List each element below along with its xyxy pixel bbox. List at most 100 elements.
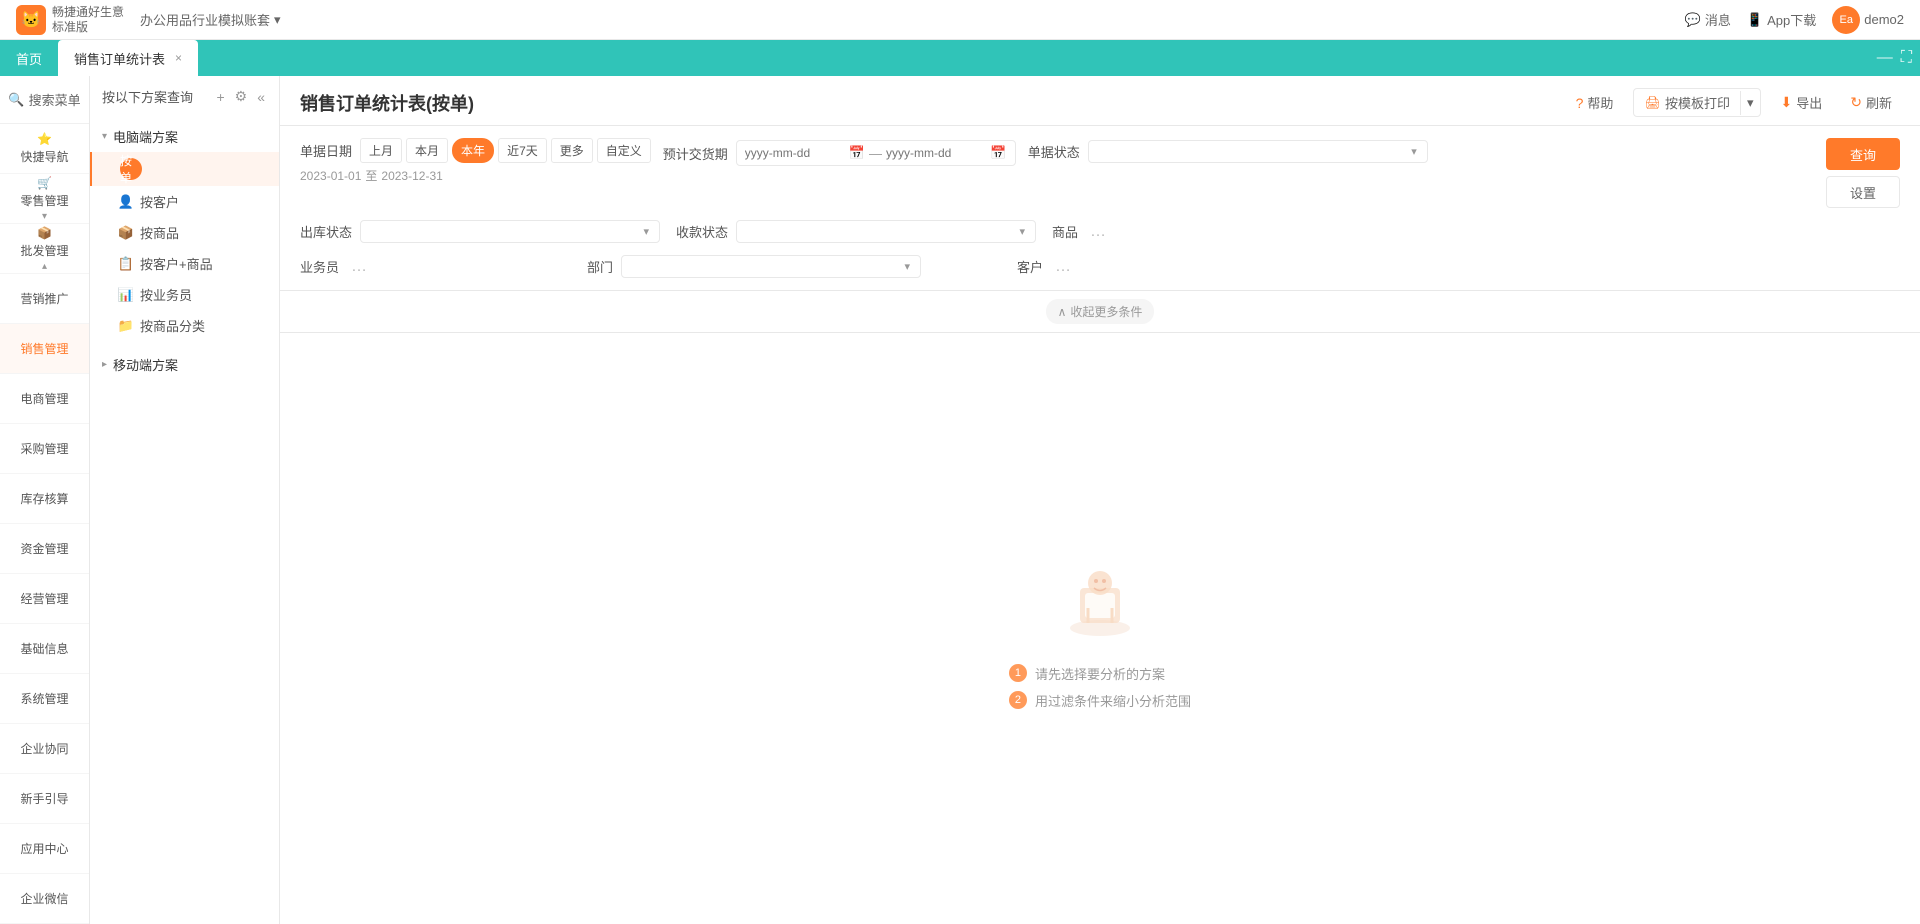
sidebar-item-system[interactable]: 系统管理 — [0, 674, 89, 724]
expected-delivery-label: 预计交货期 — [663, 144, 728, 163]
sidebar-item-marketing[interactable]: 营销推广 — [0, 274, 89, 324]
sidebar-item-retail[interactable]: 🛒 零售管理 ▾ — [0, 174, 89, 224]
tree-item-by-category[interactable]: 📁 按商品分类 — [90, 310, 279, 341]
sidebar-item-ecommerce[interactable]: 电商管理 — [0, 374, 89, 424]
date-btn-more[interactable]: 更多 — [551, 138, 593, 163]
product-select-btn[interactable]: … — [1086, 223, 1110, 241]
refresh-icon: ↻ — [1850, 94, 1862, 111]
tip2-text: 用过滤条件来缩小分析范围 — [1035, 691, 1191, 710]
export-btn[interactable]: ⬇ 导出 — [1773, 89, 1831, 116]
calendar-from-icon[interactable]: 📅 — [849, 145, 865, 161]
left-panel-header: 按以下方案查询 + ⚙ « — [90, 76, 279, 113]
expected-delivery-item: 预计交货期 📅 — 📅 — [663, 140, 1016, 166]
date-filter-item: 单据日期 上月 本月 本年 近7天 更多 自定义 2023-01-0 — [300, 138, 651, 184]
payment-status-select[interactable]: ▾ — [736, 220, 1036, 243]
customer-scheme-icon: 👤 — [118, 194, 134, 210]
refresh-btn[interactable]: ↻ 刷新 — [1842, 89, 1900, 116]
sidebar-item-finance[interactable]: 资金管理 — [0, 524, 89, 574]
top-bar-left: 🐱 畅捷通好生意 标准版 办公用品行业模拟账套 ▾ — [16, 5, 289, 35]
tree-arrow-mobile-icon: ▸ — [102, 359, 107, 370]
tab-close-btn[interactable]: × — [175, 51, 182, 65]
sidebar-item-quick-nav[interactable]: ⭐ 快捷导航 — [0, 124, 89, 174]
tree-item-by-order[interactable]: 按单 — [90, 152, 279, 186]
sales-rep-select-btn[interactable]: … — [347, 258, 371, 276]
filter-row-2: 出库状态 ▾ 收款状态 ▾ 商品 … — [300, 220, 1900, 243]
sidebar-item-wechat[interactable]: 企业微信 — [0, 874, 89, 924]
delivery-date-from-input[interactable] — [745, 146, 845, 160]
tree-group-header-pc[interactable]: ▾ 电脑端方案 — [90, 121, 279, 152]
main-layout: 🔍 搜索菜单 ⭐ 快捷导航 🛒 零售管理 ▾ 📦 批发管理 ▴ 营销推广 销售管… — [0, 76, 1920, 924]
tab-maximize-btn[interactable]: ⛶ — [1901, 49, 1912, 67]
sidebar-item-inventory[interactable]: 库存核算 — [0, 474, 89, 524]
empty-tip-1: 1 请先选择要分析的方案 — [1009, 664, 1191, 683]
setting-scheme-btn[interactable]: ⚙ — [233, 86, 250, 107]
calendar-to-icon[interactable]: 📅 — [990, 145, 1006, 161]
tree-area: ▾ 电脑端方案 按单 👤 按客户 📦 按商品 — [90, 113, 279, 924]
filter-row-3: 业务员 … 部门 ▾ 客户 … — [300, 255, 1900, 278]
sidebar-item-appcenter[interactable]: 应用中心 — [0, 824, 89, 874]
sidebar-item-enterprise[interactable]: 企业协同 — [0, 724, 89, 774]
tree-item-by-product[interactable]: 📦 按商品 — [90, 217, 279, 248]
tree-item-by-customer-product[interactable]: 📋 按客户+商品 — [90, 248, 279, 279]
empty-tip-2: 2 用过滤条件来缩小分析范围 — [1009, 691, 1191, 710]
help-btn[interactable]: ? 帮助 — [1568, 89, 1622, 116]
left-panel-actions: + ⚙ « — [214, 86, 267, 107]
delivery-status-label: 出库状态 — [300, 222, 352, 241]
settings-btn[interactable]: 设置 — [1826, 176, 1900, 208]
message-btn[interactable]: 💬 消息 — [1685, 10, 1731, 29]
collapse-btn[interactable]: ∧ 收起更多条件 — [1046, 299, 1155, 324]
tip2-num: 2 — [1009, 691, 1027, 709]
print-dropdown-arrow-btn[interactable]: ▾ — [1740, 91, 1760, 115]
search-menu-btn[interactable]: 🔍 搜索菜单 — [8, 84, 81, 115]
date-btn-7days[interactable]: 近7天 — [498, 138, 547, 163]
collapse-panel-btn[interactable]: « — [255, 87, 267, 107]
sidebar-item-purchase[interactable]: 采购管理 — [0, 424, 89, 474]
collapse-icon: ∧ — [1058, 305, 1067, 319]
filter-row-1: 单据日期 上月 本月 本年 近7天 更多 自定义 2023-01-0 — [300, 138, 1900, 208]
tab-bar-actions: — ⛶ — [1877, 49, 1920, 67]
tab-minimize-btn[interactable]: — — [1877, 49, 1893, 67]
retail-icon: 🛒 — [37, 176, 52, 190]
query-btn[interactable]: 查询 — [1826, 138, 1900, 170]
app-selector[interactable]: 办公用品行业模拟账套 ▾ — [132, 6, 289, 33]
date-btn-thismonth[interactable]: 本月 — [406, 138, 448, 163]
delivery-status-arrow: ▾ — [643, 225, 649, 238]
empty-illustration — [1050, 548, 1150, 648]
customer-label: 客户 — [1017, 257, 1043, 276]
tree-item-by-salesperson[interactable]: 📊 按业务员 — [90, 279, 279, 310]
customer-item: 客户 … — [1017, 257, 1075, 276]
export-icon: ⬇ — [1781, 94, 1793, 111]
payment-status-label: 收款状态 — [676, 222, 728, 241]
date-btn-thisyear[interactable]: 本年 — [452, 138, 494, 163]
tip1-num: 1 — [1009, 664, 1027, 682]
sales-rep-item: 业务员 … — [300, 257, 371, 276]
date-label: 单据日期 — [300, 141, 352, 160]
left-panel: 按以下方案查询 + ⚙ « ▾ 电脑端方案 — [90, 76, 280, 924]
action-buttons: 查询 设置 — [1826, 138, 1900, 208]
delivery-status-select[interactable]: ▾ — [360, 220, 660, 243]
user-area[interactable]: Ea demo2 — [1832, 6, 1904, 34]
tree-group-header-mobile[interactable]: ▸ 移动端方案 — [90, 349, 279, 380]
app-download-btn[interactable]: 📱 App下载 — [1747, 10, 1816, 29]
app-dropdown-arrow: ▾ — [274, 12, 281, 28]
customer-select-btn[interactable]: … — [1051, 258, 1075, 276]
date-btn-custom[interactable]: 自定义 — [597, 138, 651, 163]
tab-active[interactable]: 销售订单统计表 × — [58, 40, 198, 76]
sidebar-item-sales[interactable]: 销售管理 — [0, 324, 89, 374]
department-label: 部门 — [587, 257, 613, 276]
delivery-date-to-input[interactable] — [886, 146, 986, 160]
add-scheme-btn[interactable]: + — [214, 87, 226, 107]
empty-state: 1 请先选择要分析的方案 2 用过滤条件来缩小分析范围 — [280, 333, 1920, 924]
tab-home[interactable]: 首页 — [0, 40, 58, 76]
date-btn-lastmonth[interactable]: 上月 — [360, 138, 402, 163]
salesperson-scheme-icon: 📊 — [118, 287, 134, 303]
print-btn[interactable]: 🖨 按模板打印 — [1634, 89, 1740, 116]
tree-item-by-customer[interactable]: 👤 按客户 — [90, 186, 279, 217]
doc-status-select[interactable]: ▾ — [1088, 140, 1428, 163]
sidebar-item-ops[interactable]: 经营管理 — [0, 574, 89, 624]
department-select[interactable]: ▾ — [621, 255, 921, 278]
sidebar-item-wholesale[interactable]: 📦 批发管理 ▴ — [0, 224, 89, 274]
sidebar-item-basic[interactable]: 基础信息 — [0, 624, 89, 674]
sidebar-item-guide[interactable]: 新手引导 — [0, 774, 89, 824]
delivery-status-item: 出库状态 ▾ — [300, 220, 660, 243]
